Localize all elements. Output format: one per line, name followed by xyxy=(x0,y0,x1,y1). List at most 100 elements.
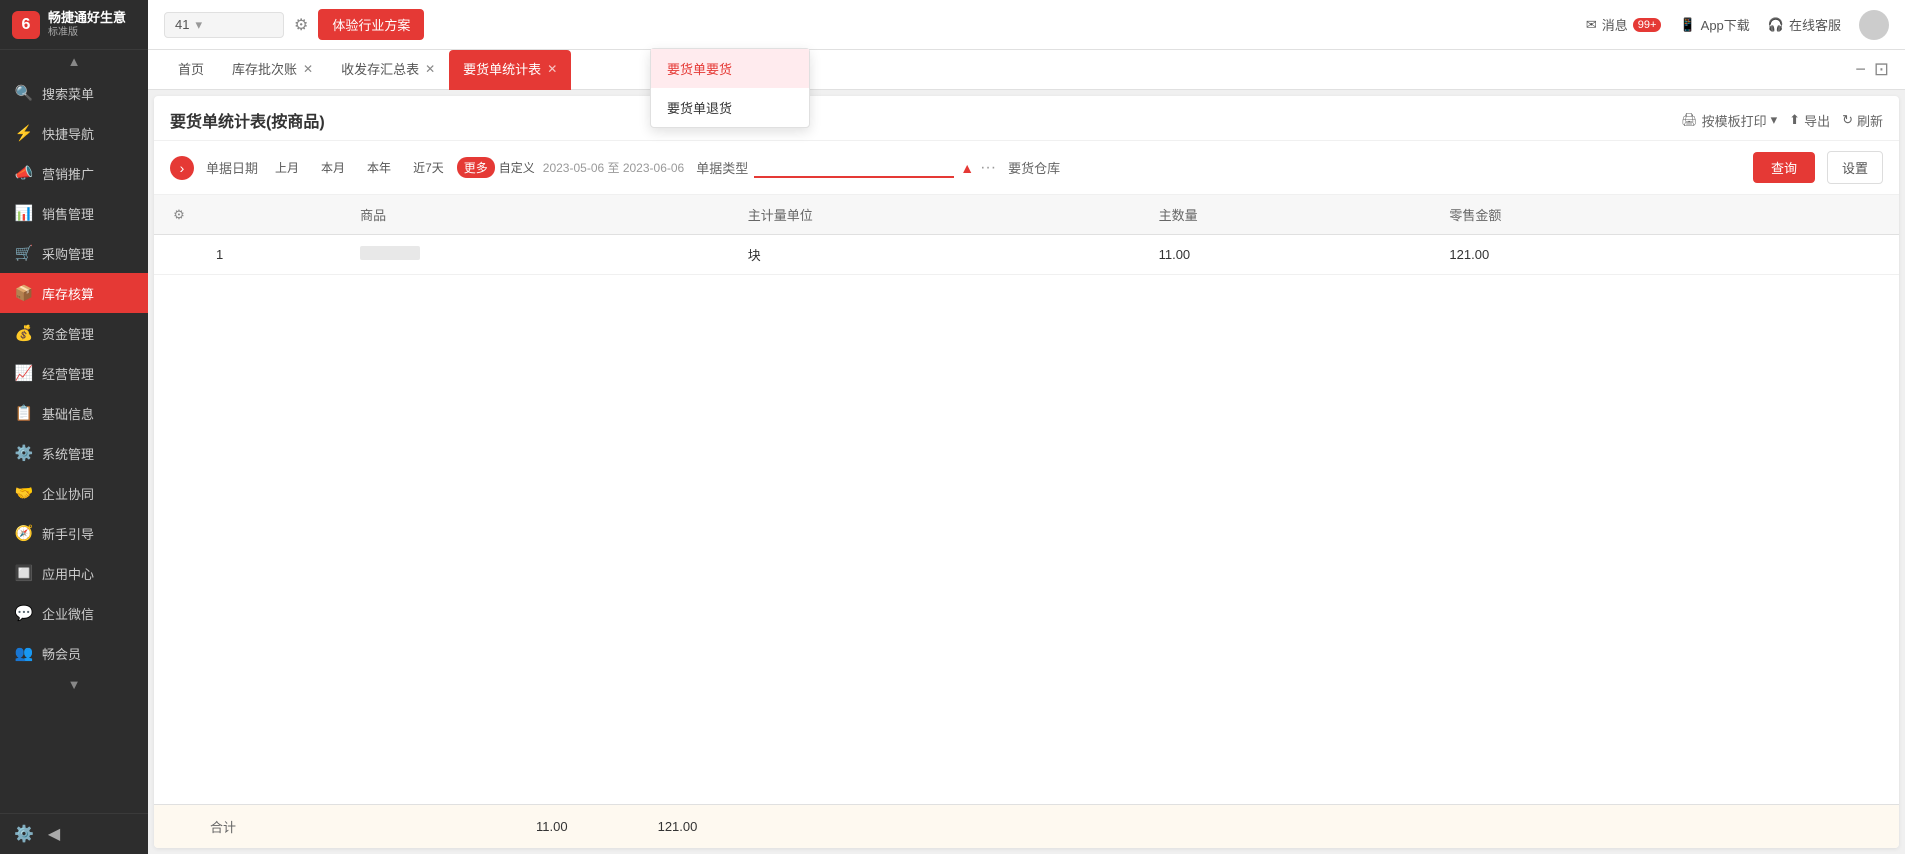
table-cell-settings xyxy=(154,235,204,275)
tab-home[interactable]: 首页 xyxy=(164,50,218,90)
sidebar-item-wechat[interactable]: 💬 企业微信 xyxy=(0,593,148,633)
marketing-icon: 📣 xyxy=(14,163,34,183)
tabbar-actions: − ⊡ xyxy=(1855,59,1889,80)
table-col-goods: 商品 xyxy=(348,195,736,235)
tab-order-stats-close[interactable]: ✕ xyxy=(547,62,557,76)
type-dropdown: 要货单要货 要货单退货 xyxy=(650,96,810,128)
trial-button[interactable]: 体验行业方案 xyxy=(318,9,424,40)
collab-icon: 🤝 xyxy=(14,483,34,503)
last-month-btn[interactable]: 上月 xyxy=(266,156,308,179)
settings-button[interactable]: 设置 xyxy=(1827,151,1883,184)
query-button[interactable]: 查询 xyxy=(1753,152,1815,183)
sidebar-item-basic[interactable]: 📋 基础信息 xyxy=(0,393,148,433)
refresh-action[interactable]: ↻ 刷新 xyxy=(1842,111,1883,130)
online-service-label: 在线客服 xyxy=(1789,15,1841,34)
tab-inventory-batch[interactable]: 库存批次账 ✕ xyxy=(218,50,327,90)
refresh-label: 刷新 xyxy=(1857,111,1883,130)
more-dates-btn[interactable]: 更多 xyxy=(457,157,495,178)
app-logo-icon: 6 xyxy=(12,11,40,39)
sidebar-item-search[interactable]: 🔍 搜索菜单 xyxy=(0,73,148,113)
sidebar-logo: 6 畅捷通好生意 标准版 xyxy=(0,0,148,50)
tab-inventory-batch-close[interactable]: ✕ xyxy=(303,62,313,76)
table-header-row: ⚙ 商品 主计量单位 主数量 零售金额 xyxy=(154,195,1899,235)
sidebar-item-label: 经营管理 xyxy=(42,364,94,383)
print-action[interactable]: 🖨 按模板打印 ▾ xyxy=(1681,111,1777,130)
table-col-settings[interactable]: ⚙ xyxy=(154,195,204,235)
export-action[interactable]: ⬆ 导出 xyxy=(1789,111,1830,130)
online-service-action[interactable]: 🎧 在线客服 xyxy=(1768,15,1841,34)
sidebar-item-marketing[interactable]: 📣 营销推广 xyxy=(0,153,148,193)
minimize-icon[interactable]: − xyxy=(1855,59,1866,80)
message-action[interactable]: ✉ 消息 99+ xyxy=(1586,15,1662,34)
sidebar-scroll-down[interactable]: ▼ xyxy=(0,673,148,696)
sidebar-item-label: 采购管理 xyxy=(42,244,94,263)
table-footer: 合计 11.00 121.00 xyxy=(154,804,1899,848)
topbar-gear-icon[interactable]: ⚙ xyxy=(294,15,308,35)
last-7-days-btn[interactable]: 近7天 xyxy=(404,156,453,179)
table-col-no xyxy=(204,195,348,235)
this-month-btn[interactable]: 本月 xyxy=(312,156,354,179)
sidebar-item-finance[interactable]: 💰 资金管理 xyxy=(0,313,148,353)
sidebar-item-label: 新手引导 xyxy=(42,524,94,543)
sidebar-item-label: 企业协同 xyxy=(42,484,94,503)
sidebar-item-label: 畅会员 xyxy=(42,644,81,663)
type-filter-more-icon[interactable]: ··· xyxy=(980,159,996,177)
sidebar-item-operation[interactable]: 📈 经营管理 xyxy=(0,353,148,393)
date-filter-label: 单据日期 xyxy=(206,158,258,177)
sidebar-bottom: ⚙️ ◀ xyxy=(0,813,148,854)
message-icon: ✉ xyxy=(1586,17,1597,33)
sidebar-item-shortcut[interactable]: ⚡ 快捷导航 xyxy=(0,113,148,153)
sidebar-scroll-up[interactable]: ▲ xyxy=(0,50,148,73)
dropdown-item-order-return[interactable]: 要货单退货 xyxy=(651,96,809,127)
dropdown-item-label: 要货单退货 xyxy=(667,101,732,116)
warehouse-filter-group: 要货仓库 xyxy=(1008,158,1060,177)
sidebar-item-label: 营销推广 xyxy=(42,164,94,183)
sidebar-item-label: 快捷导航 xyxy=(42,124,94,143)
store-label: 41 xyxy=(175,17,189,32)
table-cell-no: 1 xyxy=(204,235,348,275)
sidebar-item-apps[interactable]: 🔲 应用中心 xyxy=(0,553,148,593)
sidebar-item-purchase[interactable]: 🛒 采购管理 xyxy=(0,233,148,273)
tabbar: 首页 库存批次账 ✕ 收发存汇总表 ✕ 要货单统计表 ✕ − ⊡ xyxy=(148,50,1905,90)
sidebar-item-system[interactable]: ⚙️ 系统管理 xyxy=(0,433,148,473)
message-label: 消息 xyxy=(1602,15,1628,34)
tab-order-stats[interactable]: 要货单统计表 ✕ xyxy=(449,50,571,90)
sidebar-item-inventory[interactable]: 📦 库存核算 xyxy=(0,273,148,313)
table-cell-goods xyxy=(348,235,736,275)
sidebar-item-guide[interactable]: 🧭 新手引导 xyxy=(0,513,148,553)
sidebar-item-label: 销售管理 xyxy=(42,204,94,223)
table-col-unit: 主计量单位 xyxy=(736,195,1147,235)
sidebar-item-member[interactable]: 👥 畅会员 xyxy=(0,633,148,673)
sidebar-item-sales[interactable]: 📊 销售管理 xyxy=(0,193,148,233)
store-selector[interactable]: 41 ▾ xyxy=(164,12,284,38)
apps-icon: 🔲 xyxy=(14,563,34,583)
goods-name-blurred xyxy=(360,246,420,260)
inventory-icon: 📦 xyxy=(14,283,34,303)
download-icon: 📱 xyxy=(1679,17,1695,33)
date-shortcuts: 上月 本月 本年 近7天 更多 自定义 xyxy=(266,156,535,179)
print-chevron-icon: ▾ xyxy=(1771,112,1778,128)
type-filter-chevron-up-icon[interactable]: ▲ xyxy=(960,160,974,176)
sidebar-item-label: 搜索菜单 xyxy=(42,84,94,103)
tab-summary[interactable]: 收发存汇总表 ✕ xyxy=(327,50,449,90)
collapse-icon[interactable]: ◀ xyxy=(48,824,60,844)
user-avatar[interactable] xyxy=(1859,10,1889,40)
sidebar-item-label: 系统管理 xyxy=(42,444,94,463)
app-download-action[interactable]: 📱 App下载 xyxy=(1679,15,1749,34)
maximize-icon[interactable]: ⊡ xyxy=(1874,59,1889,80)
custom-date-btn[interactable]: 自定义 xyxy=(499,159,535,176)
footer-qty: 11.00 xyxy=(536,819,568,834)
tab-summary-close[interactable]: ✕ xyxy=(425,62,435,76)
sidebar-item-label: 资金管理 xyxy=(42,324,94,343)
table-col-qty: 主数量 xyxy=(1147,195,1438,235)
topbar-left: 41 ▾ ⚙ 体验行业方案 xyxy=(164,9,1586,40)
settings-bottom-icon[interactable]: ⚙️ xyxy=(14,824,34,844)
this-year-btn[interactable]: 本年 xyxy=(358,156,400,179)
search-icon: 🔍 xyxy=(14,83,34,103)
sidebar-item-collab[interactable]: 🤝 企业协同 xyxy=(0,473,148,513)
type-filter-input[interactable] xyxy=(754,157,954,178)
tab-summary-label: 收发存汇总表 xyxy=(341,59,419,78)
filter-expand-button[interactable]: › xyxy=(170,156,194,180)
tab-order-stats-label: 要货单统计表 xyxy=(463,59,541,78)
app-name: 畅捷通好生意 xyxy=(48,10,126,27)
